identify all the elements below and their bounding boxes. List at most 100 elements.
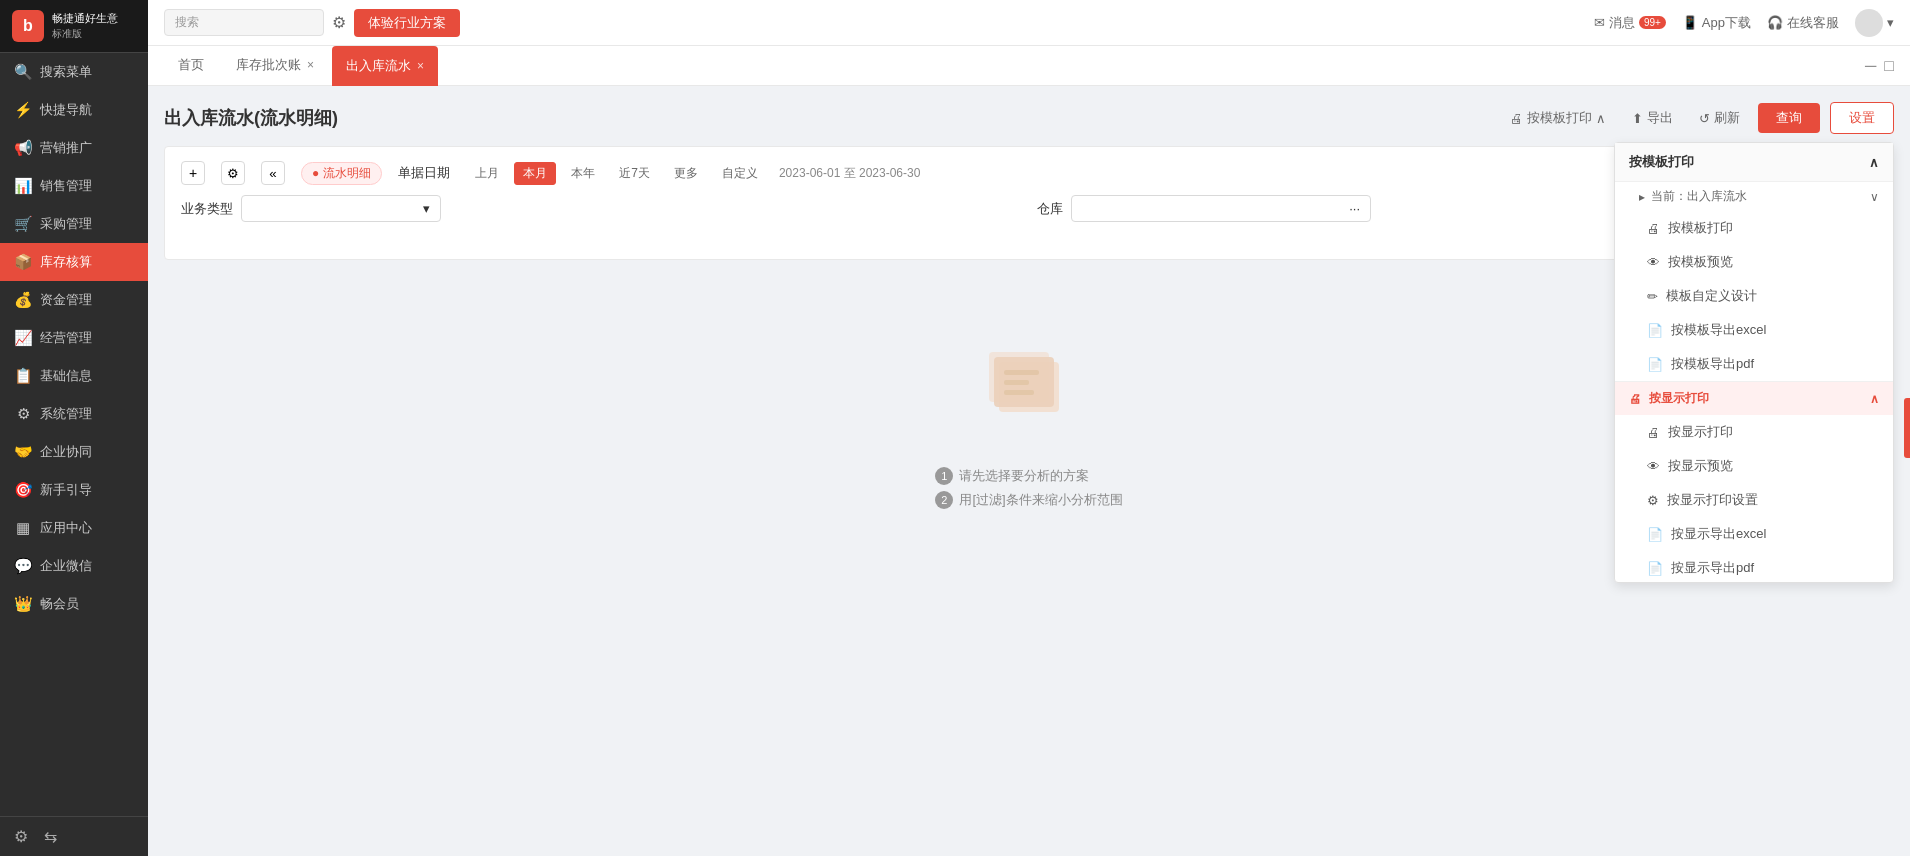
tab-home[interactable]: 首页 xyxy=(164,46,218,86)
sidebar-item-system[interactable]: ⚙ 系统管理 xyxy=(0,395,148,433)
date-btn-this-month[interactable]: 本月 xyxy=(514,162,556,185)
sidebar-label-collab: 企业协同 xyxy=(40,443,92,461)
dropdown-template-item-按模板预览[interactable]: 👁按模板预览 xyxy=(1615,245,1893,279)
item-icon: 📄 xyxy=(1647,527,1663,542)
refresh-btn[interactable]: ↺ 刷新 xyxy=(1691,105,1748,131)
collapse-icon: « xyxy=(269,166,276,181)
expand-icon[interactable]: ⇆ xyxy=(44,827,57,846)
online-service-item[interactable]: 🎧 在线客服 xyxy=(1767,14,1839,32)
tabs-right-controls: ─ □ xyxy=(1865,57,1894,75)
message-item[interactable]: ✉ 消息 99+ xyxy=(1594,14,1666,32)
sidebar-icon-quick-nav: ⚡ xyxy=(14,101,32,119)
sidebar-item-basic[interactable]: 📋 基础信息 xyxy=(0,357,148,395)
page-area: 出入库流水(流水明细) 🖨 按模板打印 ∧ ⬆ 导出 ↺ 刷新 查询 设置 xyxy=(148,86,1910,856)
dropdown-header: 按模板打印 ∧ xyxy=(1615,143,1893,182)
edition-label: 标准版 xyxy=(52,27,118,41)
export-btn[interactable]: ⬆ 导出 xyxy=(1624,105,1681,131)
sidebar-icon-basic: 📋 xyxy=(14,367,32,385)
current-icon: ▸ xyxy=(1639,190,1645,204)
chevron-down-icon: ▾ xyxy=(423,201,430,216)
date-btn-prev-month[interactable]: 上月 xyxy=(466,162,508,185)
dropdown-template-item-按模板导出pdf[interactable]: 📄按模板导出pdf xyxy=(1615,347,1893,381)
topbar-right: ✉ 消息 99+ 📱 App下载 🎧 在线客服 ▾ xyxy=(1594,9,1894,37)
business-type-select[interactable]: ▾ xyxy=(241,195,441,222)
dropdown-display-item-按显示导出excel[interactable]: 📄按显示导出excel xyxy=(1615,517,1893,551)
sidebar-label-sales: 销售管理 xyxy=(40,177,92,195)
tab-flow-close[interactable]: × xyxy=(417,59,424,73)
sidebar-item-wechat[interactable]: 💬 企业微信 xyxy=(0,547,148,585)
sidebar-label-member: 畅会员 xyxy=(40,595,79,613)
print-btn[interactable]: 🖨 按模板打印 ∧ xyxy=(1502,105,1614,131)
settings-icon[interactable]: ⚙ xyxy=(14,827,28,846)
warehouse-more-icon[interactable]: ··· xyxy=(1349,201,1360,216)
trial-btn[interactable]: 体验行业方案 xyxy=(354,9,460,37)
add-filter-btn[interactable]: + xyxy=(181,161,205,185)
tab-batch-close[interactable]: × xyxy=(307,58,314,72)
sidebar-item-inventory[interactable]: 📦 库存核算 xyxy=(0,243,148,281)
sidebar-icon-member: 👑 xyxy=(14,595,32,613)
dropdown-title: 按模板打印 xyxy=(1629,153,1694,171)
sidebar-item-search[interactable]: 🔍 搜索菜单 xyxy=(0,53,148,91)
query-btn[interactable]: 查询 xyxy=(1758,103,1820,133)
tab-flow[interactable]: 出入库流水 × xyxy=(332,46,438,86)
sidebar-item-sales[interactable]: 📊 销售管理 xyxy=(0,167,148,205)
sidebar-icon-app-center: ▦ xyxy=(14,519,32,537)
dropdown-display-item-按显示打印[interactable]: 🖨按显示打印 xyxy=(1615,415,1893,449)
settings-btn[interactable]: 设置 xyxy=(1830,102,1894,134)
sidebar-item-purchase[interactable]: 🛒 采购管理 xyxy=(0,205,148,243)
item-icon: 👁 xyxy=(1647,459,1660,474)
sidebar-label-app-center: 应用中心 xyxy=(40,519,92,537)
dropdown-template-item-模板自定义设计[interactable]: ✏模板自定义设计 xyxy=(1615,279,1893,313)
empty-step-1: 1 请先选择要分析的方案 xyxy=(935,467,1122,485)
page-title: 出入库流水(流水明细) xyxy=(164,106,338,130)
display-section-chevron: ∧ xyxy=(1870,392,1879,406)
item-icon: ✏ xyxy=(1647,289,1658,304)
dropdown-scroll: ▸ 当前：出入库流水 ∨ 🖨按模板打印👁按模板预览✏模板自定义设计📄按模板导出e… xyxy=(1615,182,1893,582)
business-type-field: 业务类型 ▾ xyxy=(181,195,1021,222)
print-icon: 🖨 xyxy=(1510,111,1523,126)
dropdown-display-item-按显示预览[interactable]: 👁按显示预览 xyxy=(1615,449,1893,483)
date-btn-more[interactable]: 更多 xyxy=(665,162,707,185)
active-filter-tag[interactable]: ● 流水明细 xyxy=(301,162,382,185)
sidebar-item-collab[interactable]: 🤝 企业协同 xyxy=(0,433,148,471)
topbar-gear-icon[interactable]: ⚙ xyxy=(332,13,346,32)
sidebar-item-marketing[interactable]: 📢 营销推广 xyxy=(0,129,148,167)
minimize-tab-btn[interactable]: ─ xyxy=(1865,57,1876,75)
dropdown-display-section[interactable]: 🖨 按显示打印 ∧ xyxy=(1615,381,1893,415)
tab-batch[interactable]: 库存批次账 × xyxy=(222,46,328,86)
sidebar-item-guide[interactable]: 🎯 新手引导 xyxy=(0,471,148,509)
right-edge-handle[interactable] xyxy=(1904,398,1910,458)
date-btn-custom[interactable]: 自定义 xyxy=(713,162,767,185)
maximize-tab-btn[interactable]: □ xyxy=(1884,57,1894,75)
user-avatar[interactable]: ▾ xyxy=(1855,9,1894,37)
topbar-search[interactable]: 搜索 xyxy=(164,9,324,36)
warehouse-select[interactable]: ··· xyxy=(1071,195,1371,222)
dropdown-display-item-按显示打印设置[interactable]: ⚙按显示打印设置 xyxy=(1615,483,1893,517)
dropdown-template-item-按模板导出excel[interactable]: 📄按模板导出excel xyxy=(1615,313,1893,347)
page-header: 出入库流水(流水明细) 🖨 按模板打印 ∧ ⬆ 导出 ↺ 刷新 查询 设置 xyxy=(164,102,1894,134)
dropdown-chevron-up[interactable]: ∧ xyxy=(1869,155,1879,170)
sidebar-scroll: 🔍 搜索菜单 ⚡ 快捷导航 📢 营销推广 📊 销售管理 🛒 采购管理 📦 库存核… xyxy=(0,53,148,816)
sidebar-item-finance[interactable]: 💰 资金管理 xyxy=(0,281,148,319)
sidebar-label-marketing: 营销推广 xyxy=(40,139,92,157)
dropdown-template-item-按模板打印[interactable]: 🖨按模板打印 xyxy=(1615,211,1893,245)
sidebar-item-quick-nav[interactable]: ⚡ 快捷导航 xyxy=(0,91,148,129)
current-label: 当前：出入库流水 xyxy=(1651,188,1747,205)
avatar xyxy=(1855,9,1883,37)
sidebar-item-operation[interactable]: 📈 经营管理 xyxy=(0,319,148,357)
app-download-item[interactable]: 📱 App下载 xyxy=(1682,14,1751,32)
filter-settings-btn[interactable]: ⚙ xyxy=(221,161,245,185)
sidebar-icon-wechat: 💬 xyxy=(14,557,32,575)
warehouse-label: 仓库 xyxy=(1037,200,1063,218)
sidebar-item-app-center[interactable]: ▦ 应用中心 xyxy=(0,509,148,547)
sidebar-item-member[interactable]: 👑 畅会员 xyxy=(0,585,148,623)
app-download-label: App下载 xyxy=(1702,14,1751,32)
item-label: 按显示导出pdf xyxy=(1671,559,1754,577)
message-badge: 99+ xyxy=(1639,16,1666,29)
business-type-label: 业务类型 xyxy=(181,200,233,218)
date-btn-this-year[interactable]: 本年 xyxy=(562,162,604,185)
item-icon: 👁 xyxy=(1647,255,1660,270)
date-btn-7days[interactable]: 近7天 xyxy=(610,162,659,185)
filter-collapse-btn[interactable]: « xyxy=(261,161,285,185)
dropdown-display-item-按显示导出pdf[interactable]: 📄按显示导出pdf xyxy=(1615,551,1893,582)
